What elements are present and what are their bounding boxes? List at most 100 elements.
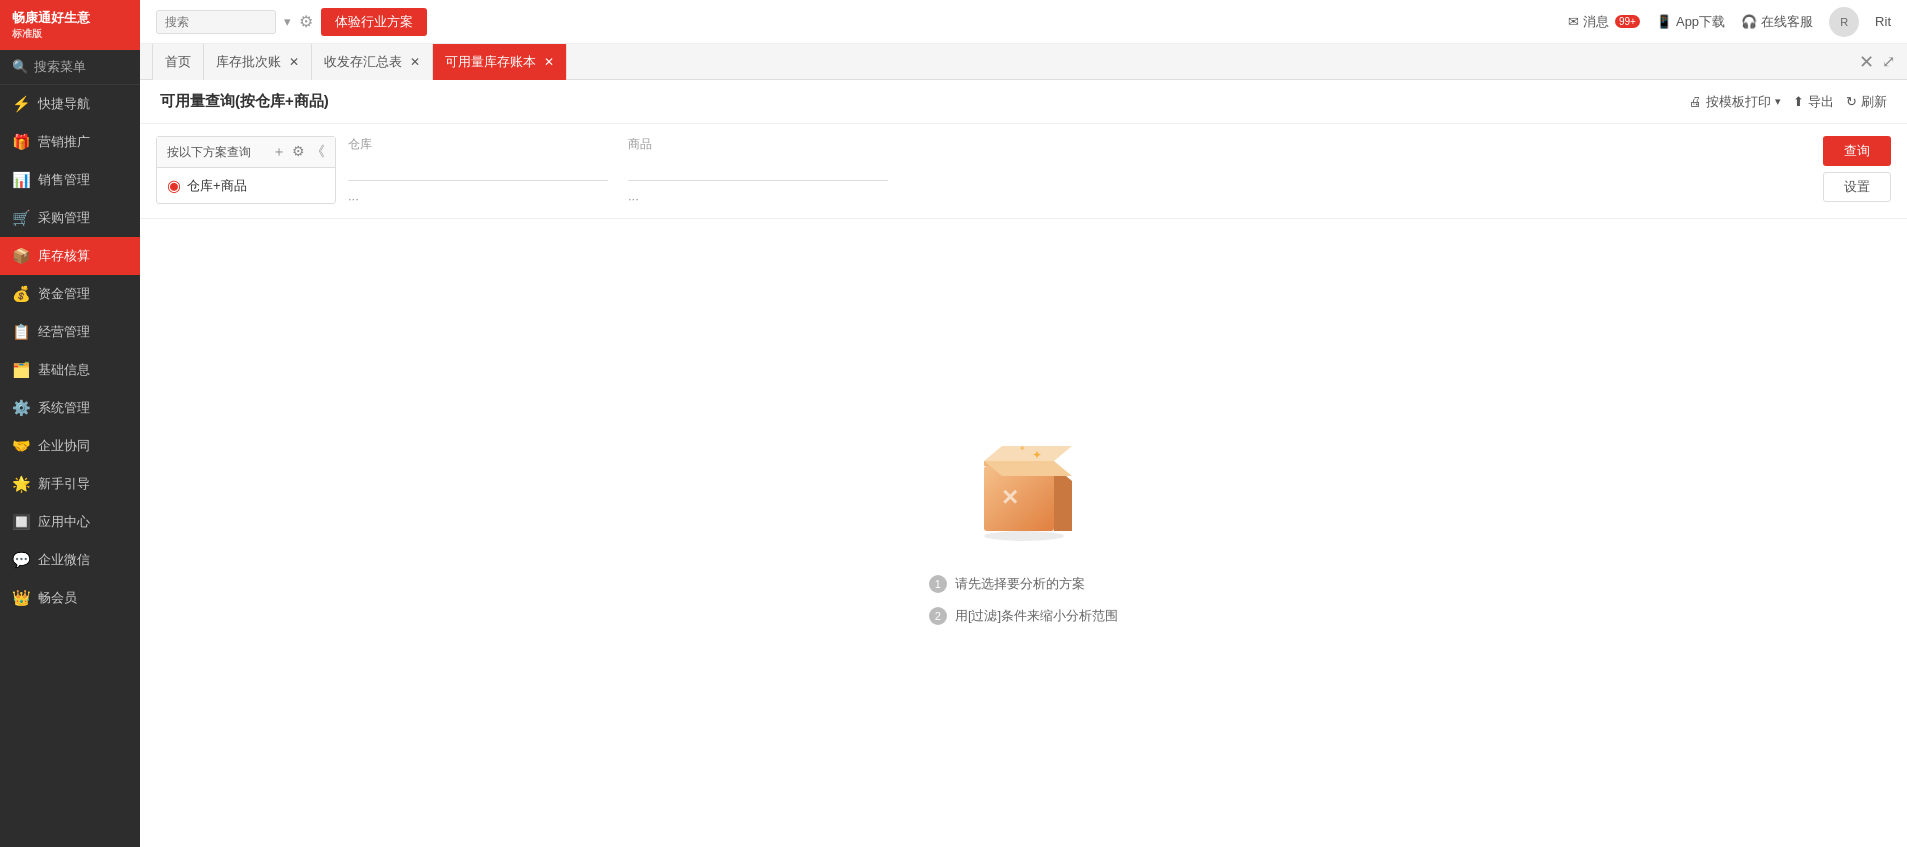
settings-button[interactable]: 设置 bbox=[1823, 172, 1891, 202]
online-service-label: 在线客服 bbox=[1761, 13, 1813, 31]
collapse-scheme-icon[interactable]: 《 bbox=[311, 143, 325, 161]
scheme-panel: 按以下方案查询 ＋ ⚙ 《 ◉ 仓库+商品 bbox=[156, 136, 336, 204]
tabs-right-actions: ✕ ⤢ bbox=[1859, 51, 1895, 73]
sidebar-item-guide[interactable]: 🌟 新手引导 bbox=[0, 465, 140, 503]
app-download-item[interactable]: 📱 App下载 bbox=[1656, 13, 1725, 31]
scheme-item-label: 仓库+商品 bbox=[187, 177, 247, 195]
app-center-icon: 🔲 bbox=[12, 513, 30, 531]
main-area: ▾ ⚙ 体验行业方案 ✉ 消息 99+ 📱 App下载 🎧 在线客服 R Rit bbox=[140, 0, 1907, 847]
topbar-right: ✉ 消息 99+ 📱 App下载 🎧 在线客服 R Rit bbox=[1568, 7, 1891, 37]
tab-summary-close-icon[interactable]: ✕ bbox=[410, 55, 420, 69]
sidebar-item-label: 新手引导 bbox=[38, 475, 90, 493]
scheme-header: 按以下方案查询 ＋ ⚙ 《 bbox=[157, 137, 335, 168]
product-filter-group: 商品 ··· bbox=[628, 136, 888, 206]
message-icon: ✉ bbox=[1568, 14, 1579, 29]
sidebar-item-label: 经营管理 bbox=[38, 323, 90, 341]
sidebar-item-marketing[interactable]: 🎁 营销推广 bbox=[0, 123, 140, 161]
warehouse-input[interactable] bbox=[348, 157, 608, 181]
sidebar-item-member[interactable]: 👑 畅会员 bbox=[0, 579, 140, 617]
print-icon: 🖨 bbox=[1689, 94, 1702, 109]
tabs-bar: 首页 库存批次账 ✕ 收发存汇总表 ✕ 可用量库存账本 ✕ ✕ ⤢ bbox=[140, 44, 1907, 80]
add-scheme-icon[interactable]: ＋ bbox=[272, 143, 286, 161]
app-name: 畅康通好生意 bbox=[12, 10, 128, 27]
sidebar-item-purchase[interactable]: 🛒 采购管理 bbox=[0, 199, 140, 237]
tab-summary[interactable]: 收发存汇总表 ✕ bbox=[312, 44, 433, 80]
refresh-button[interactable]: ↻ 刷新 bbox=[1846, 93, 1887, 111]
tab-batch-close-icon[interactable]: ✕ bbox=[289, 55, 299, 69]
sidebar-item-basic[interactable]: 🗂️ 基础信息 bbox=[0, 351, 140, 389]
sidebar-item-enterprise[interactable]: 🤝 企业协同 bbox=[0, 427, 140, 465]
warehouse-more[interactable]: ··· bbox=[348, 191, 608, 206]
tab-available-stock[interactable]: 可用量库存账本 ✕ bbox=[433, 44, 567, 80]
system-icon: ⚙️ bbox=[12, 399, 30, 417]
svg-text:✦: ✦ bbox=[1019, 444, 1026, 453]
enterprise-icon: 🤝 bbox=[12, 437, 30, 455]
step-num-1: 1 bbox=[929, 575, 947, 593]
sidebar-item-system[interactable]: ⚙️ 系统管理 bbox=[0, 389, 140, 427]
chevron-down-icon[interactable]: ▾ bbox=[284, 14, 291, 29]
scheme-icons: ＋ ⚙ 《 bbox=[272, 143, 325, 161]
page-actions: 🖨 按模板打印 ▾ ⬆ 导出 ↻ 刷新 bbox=[1689, 93, 1887, 111]
tab-home-label: 首页 bbox=[165, 53, 191, 71]
tab-available-close-icon[interactable]: ✕ bbox=[544, 55, 554, 69]
guide-icon: 🌟 bbox=[12, 475, 30, 493]
product-more[interactable]: ··· bbox=[628, 191, 888, 206]
online-service-item[interactable]: 🎧 在线客服 bbox=[1741, 13, 1813, 31]
inventory-icon: 📦 bbox=[12, 247, 30, 265]
refresh-icon: ↻ bbox=[1846, 94, 1857, 109]
box-svg: ✦ ✦ × bbox=[964, 431, 1084, 541]
query-button[interactable]: 查询 bbox=[1823, 136, 1891, 166]
message-item[interactable]: ✉ 消息 99+ bbox=[1568, 13, 1640, 31]
tab-available-stock-label: 可用量库存账本 bbox=[445, 53, 536, 71]
chevron-down-icon[interactable]: ▾ bbox=[1775, 95, 1781, 108]
scheme-header-label: 按以下方案查询 bbox=[167, 144, 251, 161]
sidebar-item-sales[interactable]: 📊 销售管理 bbox=[0, 161, 140, 199]
tab-home[interactable]: 首页 bbox=[152, 44, 204, 80]
warehouse-filter-group: 仓库 ··· bbox=[348, 136, 608, 206]
app-version: 标准版 bbox=[12, 27, 128, 40]
sidebar-item-wechat[interactable]: 💬 企业微信 bbox=[0, 541, 140, 579]
print-button[interactable]: 🖨 按模板打印 ▾ bbox=[1689, 93, 1781, 111]
sidebar-item-app-center[interactable]: 🔲 应用中心 bbox=[0, 503, 140, 541]
scheme-item-warehouse-product[interactable]: ◉ 仓库+商品 bbox=[157, 168, 335, 203]
hint-item-2: 2 用[过滤]条件来缩小分析范围 bbox=[929, 603, 1118, 629]
expand-icon[interactable]: ⤢ bbox=[1882, 52, 1895, 71]
sidebar-item-quick-nav[interactable]: ⚡ 快捷导航 bbox=[0, 85, 140, 123]
headset-icon: 🎧 bbox=[1741, 14, 1757, 29]
scheme-item-icon: ◉ bbox=[167, 176, 181, 195]
export-button[interactable]: ⬆ 导出 bbox=[1793, 93, 1834, 111]
sidebar-item-operations[interactable]: 📋 经营管理 bbox=[0, 313, 140, 351]
sidebar-search[interactable]: 🔍 搜索菜单 bbox=[0, 50, 140, 85]
print-label: 按模板打印 bbox=[1706, 93, 1771, 111]
empty-illustration: ✦ ✦ × bbox=[964, 431, 1084, 551]
query-section: 按以下方案查询 ＋ ⚙ 《 ◉ 仓库+商品 仓库 ··· bbox=[140, 124, 1907, 219]
tab-batch-account[interactable]: 库存批次账 ✕ bbox=[204, 44, 312, 80]
sidebar-item-label: 营销推广 bbox=[38, 133, 90, 151]
sidebar-item-label: 企业协同 bbox=[38, 437, 90, 455]
sidebar-item-label: 资金管理 bbox=[38, 285, 90, 303]
marketing-icon: 🎁 bbox=[12, 133, 30, 151]
sidebar-item-label: 采购管理 bbox=[38, 209, 90, 227]
settings-scheme-icon[interactable]: ⚙ bbox=[292, 143, 305, 161]
filter-area: 仓库 ··· 商品 ··· bbox=[348, 136, 1811, 206]
export-icon: ⬆ bbox=[1793, 94, 1804, 109]
page-title: 可用量查询(按仓库+商品) bbox=[160, 92, 1689, 111]
step-num-2: 2 bbox=[929, 607, 947, 625]
refresh-label: 刷新 bbox=[1861, 93, 1887, 111]
app-download-label: App下载 bbox=[1676, 13, 1725, 31]
gear-icon[interactable]: ⚙ bbox=[299, 12, 313, 31]
sidebar-item-label: 销售管理 bbox=[38, 171, 90, 189]
sidebar-logo: 畅康通好生意 标准版 bbox=[0, 0, 140, 50]
wechat-icon: 💬 bbox=[12, 551, 30, 569]
sidebar-item-finance[interactable]: 💰 资金管理 bbox=[0, 275, 140, 313]
close-all-tabs-icon[interactable]: ✕ bbox=[1859, 51, 1874, 73]
avatar[interactable]: R bbox=[1829, 7, 1859, 37]
username[interactable]: Rit bbox=[1875, 14, 1891, 29]
empty-text: 1 请先选择要分析的方案 2 用[过滤]条件来缩小分析范围 bbox=[929, 571, 1118, 635]
product-input[interactable] bbox=[628, 157, 888, 181]
content-area: 可用量查询(按仓库+商品) 🖨 按模板打印 ▾ ⬆ 导出 ↻ 刷新 bbox=[140, 80, 1907, 847]
trial-button[interactable]: 体验行业方案 bbox=[321, 8, 427, 36]
sidebar-item-label: 快捷导航 bbox=[38, 95, 90, 113]
sidebar-item-inventory[interactable]: 📦 库存核算 bbox=[0, 237, 140, 275]
search-input[interactable] bbox=[156, 10, 276, 34]
